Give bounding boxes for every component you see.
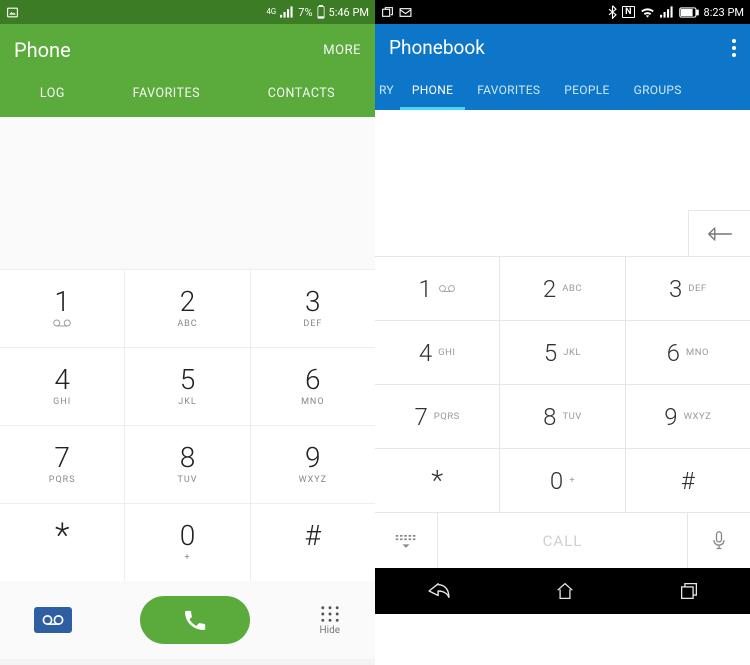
tab-log[interactable]: LOG (36, 80, 69, 107)
tab-favorites[interactable]: FAVORITES (129, 80, 204, 107)
dial-display (0, 117, 375, 269)
status-bar: 4G 7% 5:46 PM (0, 0, 375, 24)
key-4[interactable]: 4GHI (375, 320, 500, 384)
dial-display (375, 110, 750, 256)
dialpad: 1 2ABC 3DEF 4GHI 5JKL 6MNO 7PQRS 8TUV 9W… (0, 269, 375, 581)
picture-icon (6, 6, 19, 19)
app-title: Phone (14, 38, 71, 62)
key-9[interactable]: 9WXYZ (626, 384, 750, 448)
call-button[interactable]: CALL (437, 513, 688, 568)
dialpad: 1 2ABC 3DEF 4GHI 5JKL 6MNO 7PQRS 8TUV 9W… (375, 256, 750, 512)
back-button[interactable] (427, 582, 451, 600)
tab-history-partial[interactable]: RY (375, 73, 400, 110)
key-7[interactable]: 7PQRS (0, 425, 125, 503)
key-hash[interactable]: # (626, 448, 750, 512)
multiwindow-icon (381, 6, 394, 19)
hide-keypad-button[interactable]: Hide (319, 605, 341, 636)
voicemail-icon (53, 319, 71, 329)
key-0[interactable]: 0+ (500, 448, 625, 512)
tab-bar: LOG FAVORITES CONTACTS (0, 80, 375, 117)
home-button[interactable] (555, 582, 575, 600)
mail-icon (399, 7, 412, 18)
tab-phone[interactable]: PHONE (400, 73, 465, 110)
battery-percent: 7% (298, 6, 312, 19)
key-star[interactable]: * (0, 503, 125, 581)
htc-phone-screen: N 8:23 PM Phonebook RY PHONE FAVORITES P… (375, 0, 750, 665)
keypad-grid-icon (319, 605, 341, 623)
tab-bar: RY PHONE FAVORITES PEOPLE GROUPS (375, 73, 750, 110)
wifi-icon (640, 6, 655, 18)
tab-contacts[interactable]: CONTACTS (264, 80, 339, 107)
key-1[interactable]: 1 (375, 256, 500, 320)
key-3[interactable]: 3DEF (251, 269, 375, 347)
key-8[interactable]: 8TUV (125, 425, 250, 503)
status-bar: N 8:23 PM (375, 0, 750, 24)
tab-people[interactable]: PEOPLE (552, 73, 621, 110)
key-9[interactable]: 9WXYZ (251, 425, 375, 503)
key-0[interactable]: 0+ (125, 503, 250, 581)
key-3[interactable]: 3DEF (626, 256, 750, 320)
nfc-icon: N (622, 6, 634, 18)
key-star[interactable]: * (375, 448, 500, 512)
key-5[interactable]: 5JKL (125, 347, 250, 425)
app-header: Phonebook RY PHONE FAVORITES PEOPLE GROU… (375, 24, 750, 110)
action-row: Hide (0, 581, 375, 659)
key-6[interactable]: 6MNO (626, 320, 750, 384)
call-button[interactable] (140, 596, 250, 644)
app-header: Phone MORE LOG FAVORITES CONTACTS (0, 24, 375, 117)
app-title: Phonebook (389, 36, 485, 59)
clock-text: 5:46 PM (329, 6, 369, 19)
hide-keypad-button[interactable] (375, 513, 437, 568)
bluetooth-icon (608, 5, 617, 19)
key-1[interactable]: 1 (0, 269, 125, 347)
key-2[interactable]: 2ABC (125, 269, 250, 347)
more-button[interactable]: MORE (323, 43, 361, 58)
key-7[interactable]: 7PQRS (375, 384, 500, 448)
samsung-phone-screen: 4G 7% 5:46 PM Phone MORE LOG FAVORITES C… (0, 0, 375, 665)
signal-icon (280, 6, 294, 18)
overflow-menu-button[interactable] (732, 39, 736, 57)
key-6[interactable]: 6MNO (251, 347, 375, 425)
call-row: CALL (375, 512, 750, 568)
voicemail-button[interactable] (34, 607, 72, 633)
battery-icon (317, 5, 325, 19)
tab-favorites[interactable]: FAVORITES (465, 73, 552, 110)
key-8[interactable]: 8TUV (500, 384, 625, 448)
voice-dial-button[interactable] (688, 513, 750, 568)
nav-bar (375, 568, 750, 614)
backspace-button[interactable] (688, 210, 750, 256)
data-icon: 4G (266, 8, 276, 16)
key-5[interactable]: 5JKL (500, 320, 625, 384)
clock-text: 8:23 PM (704, 6, 744, 19)
hide-label: Hide (320, 625, 341, 636)
signal-icon (660, 6, 674, 18)
key-hash[interactable]: # (251, 503, 375, 581)
key-2[interactable]: 2ABC (500, 256, 625, 320)
voicemail-icon (438, 284, 456, 293)
tab-groups[interactable]: GROUPS (622, 73, 694, 110)
battery-icon (679, 7, 699, 18)
key-4[interactable]: 4GHI (0, 347, 125, 425)
recents-button[interactable] (680, 582, 698, 600)
